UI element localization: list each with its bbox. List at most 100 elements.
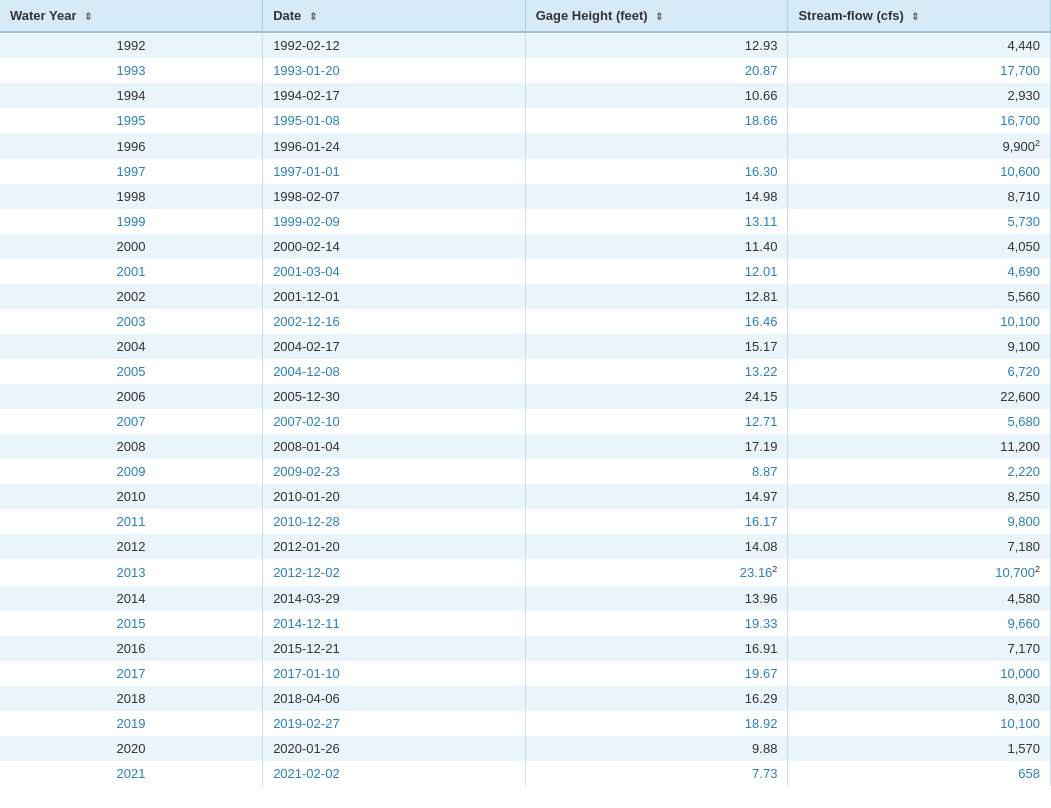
cell-date[interactable]: 2001-03-04 [263,259,526,284]
water-year-link[interactable]: 2021 [117,766,146,781]
cell-water-year[interactable]: 1993 [0,58,263,83]
cell-date: 2015-12-21 [263,636,526,661]
water-year-link[interactable]: 2019 [117,716,146,731]
cell-streamflow: 4,440 [788,32,1051,58]
cell-date[interactable]: 1993-01-20 [263,58,526,83]
table-row: 19991999-02-0913.115,730 [0,209,1051,234]
date-link[interactable]: 2014-12-11 [273,616,340,631]
water-year-link[interactable]: 1999 [117,214,146,229]
cell-date: 2012-01-20 [263,534,526,559]
water-year-link[interactable]: 2009 [117,464,146,479]
cell-gage-height: 16.91 [525,636,788,661]
cell-streamflow: 10,100 [788,309,1051,334]
cell-gage-height: 13.11 [525,209,788,234]
column-header-water-year[interactable]: Water Year ⇕ [0,0,263,32]
water-year-link[interactable]: 2013 [117,565,146,580]
cell-water-year[interactable]: 2001 [0,259,263,284]
cell-water-year[interactable]: 1995 [0,108,263,133]
water-year-link[interactable]: 1995 [117,113,146,128]
cell-water-year: 1994 [0,83,263,108]
table-row: 20112010-12-2816.179,800 [0,509,1051,534]
cell-date[interactable]: 1997-01-01 [263,159,526,184]
table-row: 20072007-02-1012.715,680 [0,409,1051,434]
cell-water-year[interactable]: 2019 [0,711,263,736]
cell-date[interactable]: 2004-12-08 [263,359,526,384]
cell-gage-height: 14.97 [525,484,788,509]
date-link[interactable]: 1995-01-08 [273,113,340,128]
date-link[interactable]: 2004-12-08 [273,364,340,379]
cell-date[interactable]: 2007-02-10 [263,409,526,434]
table-row: 19981998-02-0714.988,710 [0,184,1051,209]
water-year-link[interactable]: 2001 [117,264,146,279]
date-link[interactable]: 1997-01-01 [273,164,340,179]
cell-water-year[interactable]: 1997 [0,159,263,184]
cell-water-year[interactable]: 2013 [0,559,263,585]
table-row: 19951995-01-0818.6616,700 [0,108,1051,133]
cell-water-year[interactable]: 2003 [0,309,263,334]
cell-date[interactable]: 2021-02-02 [263,761,526,786]
column-header-date[interactable]: Date ⇕ [263,0,526,32]
cell-date[interactable]: 1995-01-08 [263,108,526,133]
cell-gage-height: 9.88 [525,736,788,761]
cell-date[interactable]: 2010-12-28 [263,509,526,534]
cell-water-year[interactable]: 1999 [0,209,263,234]
cell-date[interactable]: 2002-12-16 [263,309,526,334]
water-year-link[interactable]: 2007 [117,414,146,429]
column-header-streamflow[interactable]: Stream-flow (cfs) ⇕ [788,0,1051,32]
water-year-link[interactable]: 1997 [117,164,146,179]
date-link[interactable]: 2001-03-04 [273,264,340,279]
date-link[interactable]: 2010-12-28 [273,514,340,529]
column-header-gage-height[interactable]: Gage Height (feet) ⇕ [525,0,788,32]
cell-date: 1998-02-07 [263,184,526,209]
date-link[interactable]: 2009-02-23 [273,464,340,479]
cell-streamflow: 1,570 [788,736,1051,761]
table-row: 20152014-12-1119.339,660 [0,611,1051,636]
cell-streamflow: 4,050 [788,234,1051,259]
cell-date[interactable]: 2017-01-10 [263,661,526,686]
table-row: 20032002-12-1616.4610,100 [0,309,1051,334]
cell-water-year[interactable]: 2021 [0,761,263,786]
cell-date[interactable]: 2019-02-27 [263,711,526,736]
cell-water-year[interactable]: 2009 [0,459,263,484]
cell-water-year[interactable]: 2011 [0,509,263,534]
cell-date: 2000-02-14 [263,234,526,259]
cell-streamflow: 17,700 [788,58,1051,83]
sort-icon-date: ⇕ [309,11,317,22]
date-link[interactable]: 2002-12-16 [273,314,340,329]
table-row: 20012001-03-0412.014,690 [0,259,1051,284]
cell-streamflow: 658 [788,761,1051,786]
table-row: 19931993-01-2020.8717,700 [0,58,1051,83]
cell-water-year[interactable]: 2007 [0,409,263,434]
table-row: 20022001-12-0112.815,560 [0,284,1051,309]
cell-date[interactable]: 2009-02-23 [263,459,526,484]
date-link[interactable]: 2012-12-02 [273,565,340,580]
cell-date[interactable]: 1999-02-09 [263,209,526,234]
cell-water-year: 2018 [0,686,263,711]
cell-streamflow: 8,030 [788,686,1051,711]
date-link[interactable]: 2019-02-27 [273,716,340,731]
water-year-link[interactable]: 2017 [117,666,146,681]
cell-gage-height: 14.98 [525,184,788,209]
date-link[interactable]: 1999-02-09 [273,214,340,229]
cell-water-year: 1996 [0,133,263,159]
cell-streamflow: 16,700 [788,108,1051,133]
water-year-link[interactable]: 2015 [117,616,146,631]
date-link[interactable]: 2007-02-10 [273,414,340,429]
cell-date[interactable]: 2012-12-02 [263,559,526,585]
date-link[interactable]: 2017-01-10 [273,666,340,681]
cell-gage-height: 12.71 [525,409,788,434]
water-year-link[interactable]: 2005 [117,364,146,379]
cell-water-year: 2004 [0,334,263,359]
cell-gage-height: 12.01 [525,259,788,284]
cell-date: 2018-04-06 [263,686,526,711]
water-year-link[interactable]: 2011 [117,514,146,529]
cell-water-year[interactable]: 2017 [0,661,263,686]
cell-water-year[interactable]: 2015 [0,611,263,636]
cell-water-year[interactable]: 2005 [0,359,263,384]
date-link[interactable]: 2021-02-02 [273,766,340,781]
cell-date[interactable]: 2014-12-11 [263,611,526,636]
table-row: 20142014-03-2913.964,580 [0,586,1051,611]
date-link[interactable]: 1993-01-20 [273,63,340,78]
water-year-link[interactable]: 1993 [117,63,146,78]
water-year-link[interactable]: 2003 [117,314,146,329]
